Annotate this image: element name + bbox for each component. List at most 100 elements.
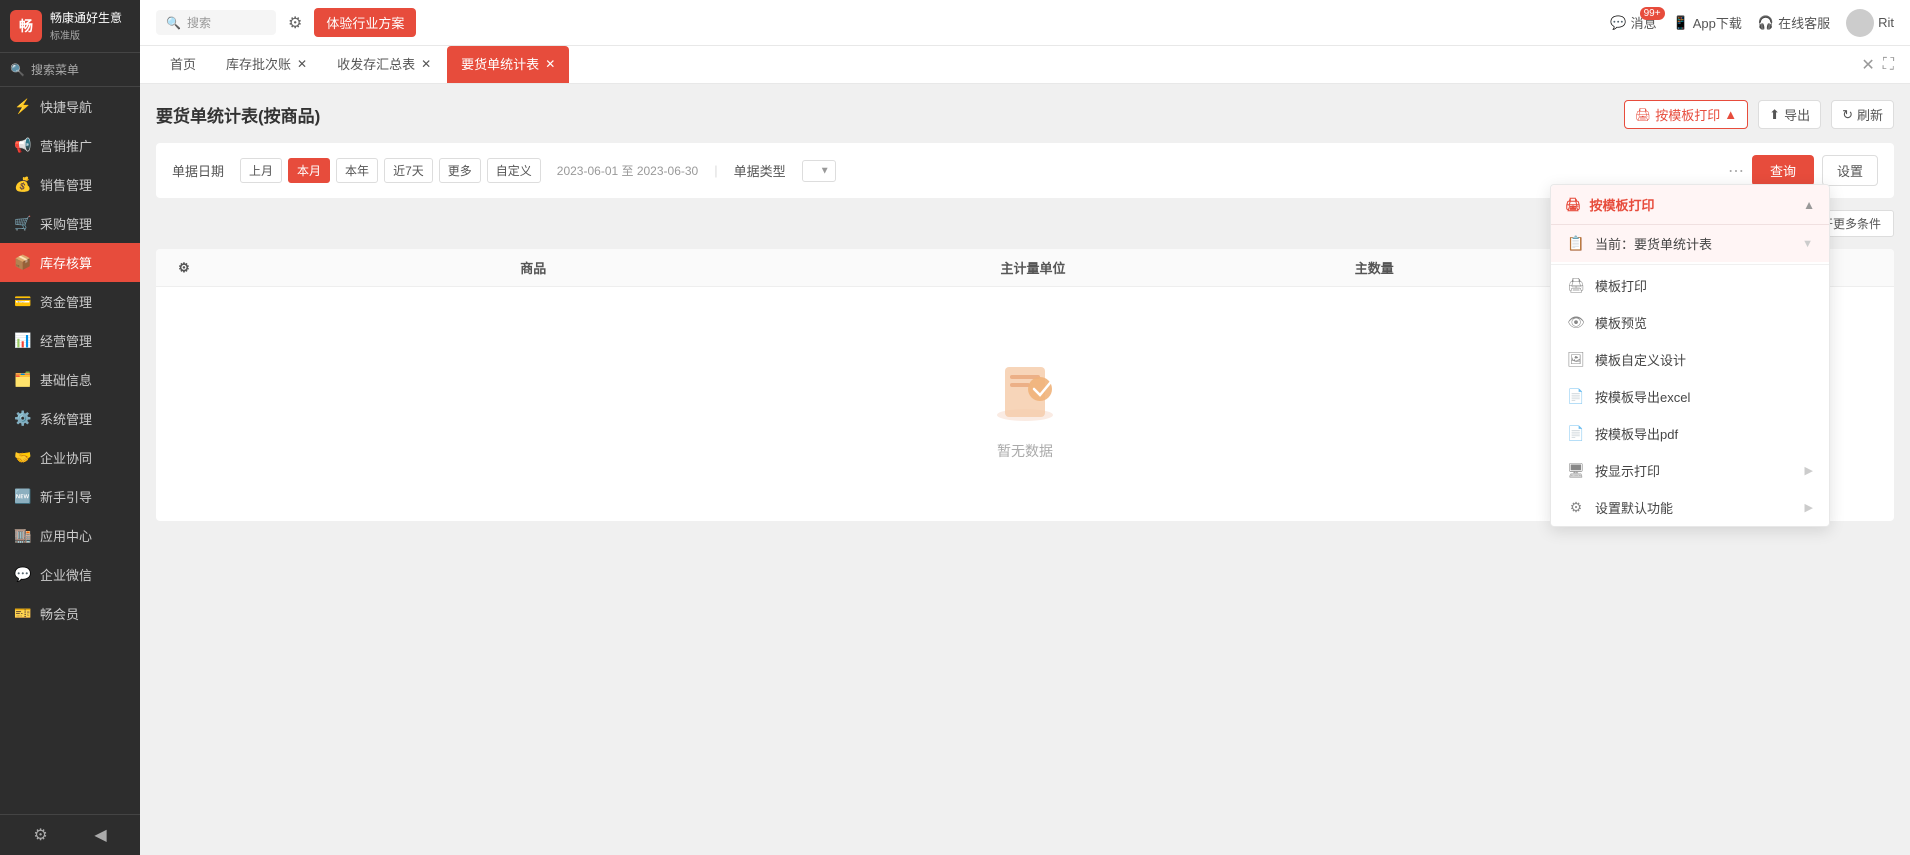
message-badge: 99+ <box>1640 7 1665 20</box>
sidebar-item-base[interactable]: 🗂️ 基础信息 <box>0 360 140 399</box>
date-buttons: 上月本月本年近7天更多自定义 <box>240 158 541 183</box>
enterprise-icon: 🤝 <box>14 449 32 466</box>
logo-icon: 畅 <box>10 10 42 42</box>
dropdown-item-template-design[interactable]: 🖼 模板自定义设计 <box>1551 341 1829 378</box>
tab-close-receipt-summary[interactable]: ✕ <box>421 57 431 71</box>
inventory-label: 库存核算 <box>40 253 92 272</box>
base-label: 基础信息 <box>40 370 92 389</box>
dropdown-item-set-default[interactable]: ⚙ 设置默认功能 ▶ <box>1551 489 1829 526</box>
close-window-icon[interactable]: ✕ <box>1861 55 1874 75</box>
tab-home[interactable]: 首页 <box>156 46 210 83</box>
user-avatar-area[interactable]: Rit <box>1846 9 1894 37</box>
empty-illustration <box>985 347 1065 427</box>
date-btn-本年[interactable]: 本年 <box>336 158 378 183</box>
message-button[interactable]: 💬 消息 99+ <box>1610 13 1656 32</box>
query-button[interactable]: 查询 <box>1752 155 1814 186</box>
sidebar-item-marketing[interactable]: 📢 营销推广 <box>0 126 140 165</box>
finance-icon: 💳 <box>14 293 32 310</box>
tab-close-order-stats[interactable]: ✕ <box>545 57 555 71</box>
page-header: 要货单统计表(按商品) 🖨 按模板打印 ▲ ⬆ 导出 ↻ 刷新 <box>156 100 1894 129</box>
tabbar-right: ✕ ⛶ <box>1861 55 1894 75</box>
date-btn-上月[interactable]: 上月 <box>240 158 282 183</box>
sidebar-search-label: 搜索菜单 <box>31 61 79 78</box>
dropdown-item-template-print[interactable]: 🖨 模板打印 <box>1551 267 1829 304</box>
tab-close-batch-account[interactable]: ✕ <box>297 57 307 71</box>
dropdown-current-item[interactable]: 📋 当前：要货单统计表 ▼ <box>1551 225 1829 262</box>
sales-icon: 💰 <box>14 176 32 193</box>
sidebar-item-quick-nav[interactable]: ⚡ 快捷导航 <box>0 87 140 126</box>
service-button[interactable]: 🎧 在线客服 <box>1758 13 1830 32</box>
quick-nav-label: 快捷导航 <box>40 97 92 116</box>
template-excel-label: 按模板导出excel <box>1595 387 1813 406</box>
date-btn-更多[interactable]: 更多 <box>439 158 481 183</box>
date-btn-近7天[interactable]: 近7天 <box>384 158 433 183</box>
more-icon[interactable]: ⋯ <box>1728 161 1744 181</box>
dropdown-item-template-excel[interactable]: 📄 按模板导出excel <box>1551 378 1829 415</box>
sidebar-item-wechat[interactable]: 💬 企业微信 <box>0 555 140 594</box>
settings-footer-icon[interactable]: ⚙ <box>33 825 47 845</box>
sidebar-item-sales[interactable]: 💰 销售管理 <box>0 165 140 204</box>
type-select[interactable] <box>802 160 836 182</box>
export-button[interactable]: ⬆ 导出 <box>1758 100 1821 129</box>
tab-label-order-stats: 要货单统计表 <box>461 54 539 73</box>
sidebar-item-inventory[interactable]: 📦 库存核算 <box>0 243 140 282</box>
tab-label-batch-account: 库存批次账 <box>226 54 291 73</box>
template-pdf-icon: 📄 <box>1567 425 1585 442</box>
tab-batch-account[interactable]: 库存批次账 ✕ <box>212 46 321 83</box>
print-icon: 🖨 <box>1635 107 1652 123</box>
page-actions: 🖨 按模板打印 ▲ ⬆ 导出 ↻ 刷新 <box>1624 100 1894 129</box>
sidebar: 畅 畅康通好生意 标准版 🔍 搜索菜单 ⚡ 快捷导航 📢 营销推广 💰 销售管理… <box>0 0 140 855</box>
refresh-button[interactable]: ↻ 刷新 <box>1831 100 1894 129</box>
sidebar-item-operation[interactable]: 📊 经营管理 <box>0 321 140 360</box>
purchase-label: 采购管理 <box>40 214 92 233</box>
date-range-text: 2023-06-01 至 2023-06-30 <box>557 162 698 179</box>
dropdown-collapse-icon[interactable]: ▲ <box>1803 198 1815 212</box>
inventory-icon: 📦 <box>14 254 32 271</box>
template-preview-label: 模板预览 <box>1595 313 1813 332</box>
dropdown-item-display-print[interactable]: 🖥 按显示打印 ▶ <box>1551 452 1829 489</box>
topbar: 🔍 搜索 ⚙ 体验行业方案 💬 消息 99+ 📱 App下载 🎧 在线客服 Ri… <box>140 0 1910 46</box>
system-label: 系统管理 <box>40 409 92 428</box>
marketing-label: 营销推广 <box>40 136 92 155</box>
type-select-wrap[interactable] <box>802 160 836 182</box>
sidebar-item-finance[interactable]: 💳 资金管理 <box>0 282 140 321</box>
filter-setting-button[interactable]: 设置 <box>1822 155 1878 186</box>
topbar-right: 💬 消息 99+ 📱 App下载 🎧 在线客服 Rit <box>1610 9 1894 37</box>
tab-receipt-summary[interactable]: 收发存汇总表 ✕ <box>323 46 445 83</box>
print-arrow-icon: ▲ <box>1724 107 1737 122</box>
sidebar-search[interactable]: 🔍 搜索菜单 <box>0 53 140 87</box>
service-label: 在线客服 <box>1778 13 1830 32</box>
finance-label: 资金管理 <box>40 292 92 311</box>
promo-button[interactable]: 体验行业方案 <box>314 8 416 37</box>
dropdown-item-template-pdf[interactable]: 📄 按模板导出pdf <box>1551 415 1829 452</box>
app-download-button[interactable]: 📱 App下载 <box>1673 13 1742 32</box>
sidebar-item-appstore[interactable]: 🏬 应用中心 <box>0 516 140 555</box>
set-default-label: 设置默认功能 <box>1595 498 1795 517</box>
tab-label-receipt-summary: 收发存汇总表 <box>337 54 415 73</box>
template-design-icon: 🖼 <box>1567 351 1585 368</box>
print-button[interactable]: 🖨 按模板打印 ▲ <box>1624 100 1748 129</box>
member-label: 畅会员 <box>40 604 79 623</box>
dropdown-header: 🖨 按模板打印 ▲ <box>1551 185 1829 225</box>
expand-window-icon[interactable]: ⛶ <box>1883 56 1894 74</box>
date-btn-本月[interactable]: 本月 <box>288 158 330 183</box>
sidebar-item-guide[interactable]: 🆕 新手引导 <box>0 477 140 516</box>
sidebar-item-member[interactable]: 🎫 畅会员 <box>0 594 140 633</box>
date-btn-自定义[interactable]: 自定义 <box>487 158 541 183</box>
print-dropdown-menu: 🖨 按模板打印 ▲ 📋 当前：要货单统计表 ▼ 🖨 模板打印 👁 模板预览 <box>1550 184 1830 527</box>
dropdown-item-template-preview[interactable]: 👁 模板预览 <box>1551 304 1829 341</box>
col-settings[interactable]: ⚙ <box>164 252 204 284</box>
user-name: Rit <box>1878 15 1894 30</box>
refresh-icon: ↻ <box>1842 107 1853 123</box>
sidebar-item-system[interactable]: ⚙️ 系统管理 <box>0 399 140 438</box>
col-qty: 主数量 <box>1204 250 1545 285</box>
topbar-search[interactable]: 🔍 搜索 <box>156 10 276 35</box>
empty-text: 暂无数据 <box>997 441 1053 461</box>
tab-order-stats[interactable]: 要货单统计表 ✕ <box>447 46 569 83</box>
sidebar-item-purchase[interactable]: 🛒 采购管理 <box>0 204 140 243</box>
collapse-footer-icon[interactable]: ◀ <box>94 825 106 845</box>
guide-label: 新手引导 <box>40 487 92 506</box>
sidebar-item-enterprise[interactable]: 🤝 企业协同 <box>0 438 140 477</box>
topbar-gear-icon[interactable]: ⚙ <box>288 13 302 33</box>
enterprise-label: 企业协同 <box>40 448 92 467</box>
